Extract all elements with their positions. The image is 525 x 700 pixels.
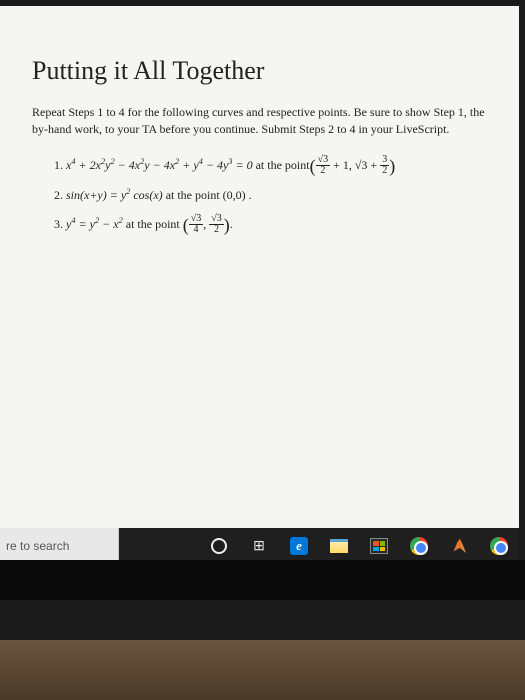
- screen-area: Putting it All Together Repeat Steps 1 t…: [0, 6, 519, 564]
- problem-text: at the point: [126, 217, 183, 231]
- task-view-icon[interactable]: ⊞: [239, 528, 279, 564]
- file-explorer-icon[interactable]: [319, 528, 359, 564]
- search-input[interactable]: re to search: [0, 528, 119, 564]
- chrome-icon[interactable]: [479, 528, 519, 564]
- windows-taskbar: re to search ⊞ e: [0, 528, 519, 564]
- problem-list: x4 + 2x2y2 − 4x2y − 4x2 + y4 − 4y3 = 0 a…: [32, 150, 491, 241]
- chrome-icon[interactable]: [399, 528, 439, 564]
- search-text: re to search: [6, 539, 69, 553]
- problem-math: x4 + 2x2y2 − 4x2y − 4x2 + y4 − 4y3 = 0: [66, 158, 253, 172]
- problem-item: x4 + 2x2y2 − 4x2y − 4x2 + y4 − 4y3 = 0 a…: [66, 150, 491, 182]
- problem-text: at the point: [256, 158, 310, 172]
- problem-math: sin(x+y) = y2 cos(x): [66, 188, 163, 202]
- store-icon[interactable]: [359, 528, 399, 564]
- intro-paragraph: Repeat Steps 1 to 4 for the following cu…: [32, 104, 491, 138]
- problem-math: y4 = y2 − x2: [66, 217, 123, 231]
- problem-item: y4 = y2 − x2 at the point (√34, √32).: [66, 209, 491, 241]
- page-title: Putting it All Together: [32, 56, 491, 86]
- cortana-icon[interactable]: [199, 528, 239, 564]
- monitor-base: [0, 560, 525, 600]
- edge-icon[interactable]: e: [279, 528, 319, 564]
- matlab-icon[interactable]: [439, 528, 479, 564]
- taskbar-icons-group: ⊞ e: [199, 528, 519, 564]
- problem-item: sin(x+y) = y2 cos(x) at the point (0,0) …: [66, 184, 491, 207]
- desk-surface: [0, 640, 525, 700]
- problem-text: at the point (0,0) .: [166, 188, 252, 202]
- document-content: Putting it All Together Repeat Steps 1 t…: [0, 6, 519, 263]
- monitor-bezel: Putting it All Together Repeat Steps 1 t…: [0, 0, 525, 640]
